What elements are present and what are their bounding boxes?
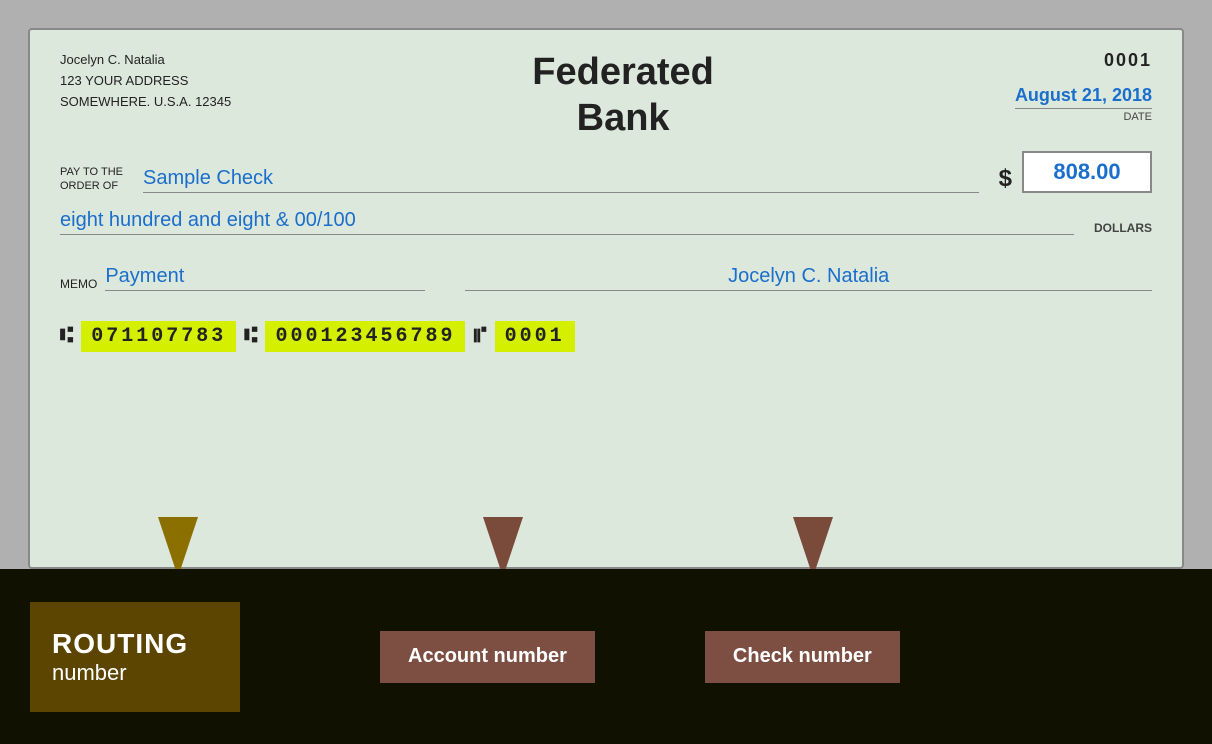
payer-info: Jocelyn C. Natalia 123 YOUR ADDRESS SOME…	[60, 50, 231, 112]
pay-to-label: PAY TO THE ORDER OF	[60, 165, 135, 194]
micr-account-number: 000123456789	[265, 321, 465, 352]
micr-row: ⑆ 071107783 ⑆ 000123456789 ⑈ 0001	[60, 321, 1152, 352]
pay-to-row: PAY TO THE ORDER OF Sample Check $ 808.0…	[60, 151, 1152, 193]
account-legend-box: Account number	[380, 631, 595, 683]
page-wrapper: Jocelyn C. Natalia 123 YOUR ADDRESS SOME…	[0, 0, 1212, 744]
check-number-top: 0001	[1015, 50, 1152, 71]
routing-legend-big: ROUTING	[52, 628, 218, 660]
check-legend-label: Check number	[733, 645, 872, 668]
payee-line: Sample Check	[143, 167, 979, 193]
micr-check-number: 0001	[495, 321, 575, 352]
dollar-sign: $	[999, 165, 1012, 193]
memo-value: Payment	[105, 265, 425, 291]
legend-area: ROUTING number Account number Check numb…	[0, 569, 1212, 744]
payer-name: Jocelyn C. Natalia	[60, 50, 231, 71]
dollars-label: DOLLARS	[1094, 221, 1152, 235]
routing-legend-small: number	[52, 660, 218, 686]
payer-address1: 123 YOUR ADDRESS	[60, 71, 231, 92]
written-amount: eight hundred and eight & 00/100	[60, 209, 1074, 235]
routing-legend-box: ROUTING number	[30, 602, 240, 712]
check-container: Jocelyn C. Natalia 123 YOUR ADDRESS SOME…	[28, 28, 1184, 569]
memo-sig-row: MEMO Payment Jocelyn C. Natalia	[60, 265, 1152, 291]
bank-name: Federated Bank	[251, 50, 995, 141]
date-value: August 21, 2018	[1015, 85, 1152, 109]
micr-routing-number: 071107783	[81, 321, 236, 352]
date-section: August 21, 2018 DATE	[1015, 85, 1152, 123]
micr-symbol-left1: ⑆	[60, 324, 73, 349]
payer-address2: SOMEWHERE. U.S.A. 12345	[60, 92, 231, 113]
micr-symbol-left2: ⑆	[244, 324, 257, 349]
date-label: DATE	[1015, 111, 1152, 123]
memo-label: MEMO	[60, 277, 97, 291]
account-legend-label: Account number	[408, 645, 567, 668]
signature-line: Jocelyn C. Natalia	[465, 265, 1152, 291]
check-header: Jocelyn C. Natalia 123 YOUR ADDRESS SOME…	[60, 50, 1152, 141]
micr-symbol-check: ⑈	[473, 324, 486, 349]
check-legend-box: Check number	[705, 631, 900, 683]
amount-box: 808.00	[1022, 151, 1152, 193]
written-amount-row: eight hundred and eight & 00/100 DOLLARS	[60, 209, 1152, 235]
